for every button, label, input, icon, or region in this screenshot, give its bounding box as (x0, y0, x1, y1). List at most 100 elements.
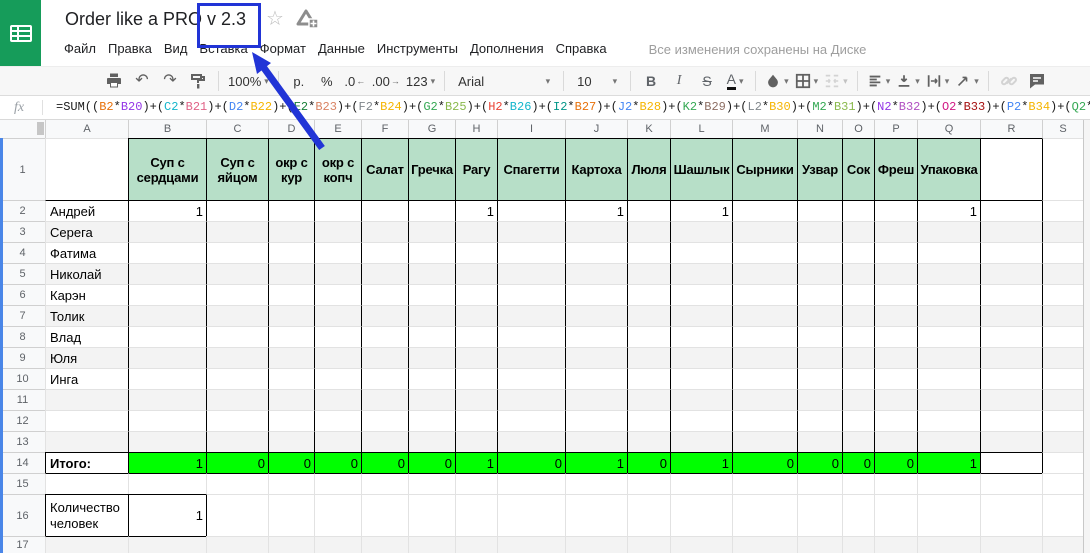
cell-S11[interactable] (1042, 389, 1083, 410)
cell-S5[interactable] (1042, 263, 1083, 284)
cell-A13[interactable] (45, 431, 128, 452)
zoom-select[interactable]: 100% ▾ (228, 69, 269, 93)
cell-N4[interactable] (797, 242, 842, 263)
paint-format-icon[interactable] (187, 69, 209, 93)
cell-A7[interactable]: Толик (45, 305, 128, 326)
cell-S3[interactable] (1042, 221, 1083, 242)
sheets-logo[interactable] (0, 0, 41, 66)
cell-Q17[interactable] (917, 536, 980, 553)
menu-item-5[interactable]: Формат (260, 36, 306, 62)
format-percent-button[interactable]: % (316, 69, 338, 93)
cell-D8[interactable] (268, 326, 314, 347)
cell-J14[interactable]: 1 (565, 452, 627, 473)
cell-M10[interactable] (732, 368, 797, 389)
cell-L5[interactable] (670, 263, 732, 284)
cell-P1[interactable]: Фреш (874, 138, 917, 200)
cell-K1[interactable]: Люля (627, 138, 670, 200)
cell-L9[interactable] (670, 347, 732, 368)
cell-A1[interactable] (45, 138, 128, 200)
cell-C8[interactable] (206, 326, 268, 347)
cell-Q1[interactable]: Упаковка (917, 138, 980, 200)
cell-F17[interactable] (361, 536, 408, 553)
cell-F5[interactable] (361, 263, 408, 284)
cell-B17[interactable] (128, 536, 206, 553)
cell-S8[interactable] (1042, 326, 1083, 347)
column-header-I[interactable]: I (497, 120, 565, 138)
cell-F16[interactable] (361, 494, 408, 536)
cell-L15[interactable] (670, 473, 732, 494)
cell-L14[interactable]: 1 (670, 452, 732, 473)
redo-icon[interactable]: ↷ (159, 69, 181, 93)
cell-K4[interactable] (627, 242, 670, 263)
cell-A2[interactable]: Андрей (45, 200, 128, 221)
cell-M17[interactable] (732, 536, 797, 553)
cell-Q16[interactable] (917, 494, 980, 536)
decrease-decimal-button[interactable]: .0 ← (344, 69, 366, 93)
cell-B13[interactable] (128, 431, 206, 452)
cell-K15[interactable] (627, 473, 670, 494)
borders-button[interactable]: ▾ (795, 69, 818, 93)
cell-I12[interactable] (497, 410, 565, 431)
cell-I9[interactable] (497, 347, 565, 368)
cell-P2[interactable] (874, 200, 917, 221)
cell-S13[interactable] (1042, 431, 1083, 452)
cell-B14[interactable]: 1 (128, 452, 206, 473)
cell-H5[interactable] (455, 263, 497, 284)
merge-cells-button[interactable]: ▾ (824, 69, 848, 93)
cell-S4[interactable] (1042, 242, 1083, 263)
cell-E5[interactable] (314, 263, 361, 284)
font-select[interactable]: Arial ▾ (454, 69, 554, 93)
cell-C17[interactable] (206, 536, 268, 553)
menu-item-9[interactable]: Справка (556, 36, 607, 62)
cell-K9[interactable] (627, 347, 670, 368)
cell-Q6[interactable] (917, 284, 980, 305)
cell-P14[interactable]: 0 (874, 452, 917, 473)
cell-R7[interactable] (980, 305, 1042, 326)
cell-I3[interactable] (497, 221, 565, 242)
cell-L17[interactable] (670, 536, 732, 553)
cell-D14[interactable]: 0 (268, 452, 314, 473)
row-header-5[interactable]: 5 (0, 263, 45, 284)
cell-I13[interactable] (497, 431, 565, 452)
cell-Q4[interactable] (917, 242, 980, 263)
cell-B3[interactable] (128, 221, 206, 242)
row-header-4[interactable]: 4 (0, 242, 45, 263)
cell-B10[interactable] (128, 368, 206, 389)
column-header-E[interactable]: E (314, 120, 361, 138)
cell-E7[interactable] (314, 305, 361, 326)
cell-J16[interactable] (565, 494, 627, 536)
print-icon[interactable] (103, 69, 125, 93)
cell-C5[interactable] (206, 263, 268, 284)
menu-item-8[interactable]: Дополнения (470, 36, 544, 62)
cell-R13[interactable] (980, 431, 1042, 452)
cell-P9[interactable] (874, 347, 917, 368)
row-header-14[interactable]: 14 (0, 452, 45, 473)
cell-H2[interactable]: 1 (455, 200, 497, 221)
cell-E11[interactable] (314, 389, 361, 410)
cell-M3[interactable] (732, 221, 797, 242)
cell-G13[interactable] (408, 431, 455, 452)
vertical-scrollbar[interactable] (1083, 120, 1090, 553)
cell-M8[interactable] (732, 326, 797, 347)
cell-M4[interactable] (732, 242, 797, 263)
cell-K10[interactable] (627, 368, 670, 389)
column-header-K[interactable]: K (627, 120, 670, 138)
cell-N12[interactable] (797, 410, 842, 431)
cell-O3[interactable] (842, 221, 874, 242)
cell-J15[interactable] (565, 473, 627, 494)
cell-L12[interactable] (670, 410, 732, 431)
cell-P17[interactable] (874, 536, 917, 553)
column-header-H[interactable]: H (455, 120, 497, 138)
cell-H3[interactable] (455, 221, 497, 242)
cell-Q12[interactable] (917, 410, 980, 431)
cell-C11[interactable] (206, 389, 268, 410)
cell-H4[interactable] (455, 242, 497, 263)
cell-F14[interactable]: 0 (361, 452, 408, 473)
cell-F15[interactable] (361, 473, 408, 494)
cell-H16[interactable] (455, 494, 497, 536)
cell-C1[interactable]: Суп с яйцом (206, 138, 268, 200)
cell-G10[interactable] (408, 368, 455, 389)
cell-N16[interactable] (797, 494, 842, 536)
cell-A3[interactable]: Серега (45, 221, 128, 242)
cell-G4[interactable] (408, 242, 455, 263)
